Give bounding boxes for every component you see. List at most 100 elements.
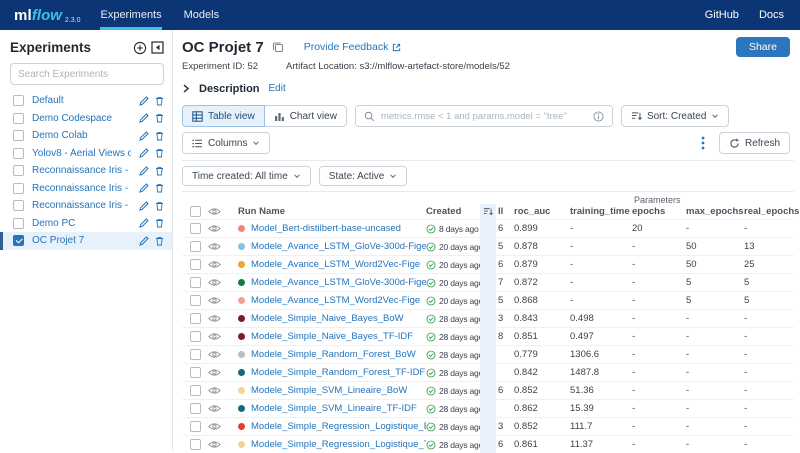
experiment-list-item[interactable]: OC Projet 7 [0,232,172,250]
experiment-name-link[interactable]: Demo Codespace [32,113,131,124]
delete-trash-icon[interactable] [155,236,164,246]
state-filter[interactable]: State: Active [319,166,408,186]
run-name-link[interactable]: Modele_Simple_Naive_Bayes_TF-IDF [251,331,413,342]
copy-icon[interactable] [272,41,284,53]
run-name-link[interactable]: Modele_Avance_LSTM_GloVe-300d-Fige [251,241,426,252]
row-visibility-eye-icon[interactable] [208,224,221,233]
experiment-checkbox[interactable] [13,95,24,106]
edit-pencil-icon[interactable] [139,236,149,246]
col-max-epochs[interactable]: max_epochs [686,206,744,217]
run-name-link[interactable]: Modele_Simple_SVM_Lineaire_TF-IDF [251,403,417,414]
row-visibility-eye-icon[interactable] [208,350,221,359]
experiment-checkbox[interactable] [13,200,24,211]
table-row[interactable]: Modele_Simple_SVM_Lineaire_TF-IDF 28 day… [182,399,794,417]
row-checkbox[interactable] [190,421,201,432]
experiment-list-item[interactable]: Reconnaissance Iris - ID em... [0,197,172,215]
row-visibility-eye-icon[interactable] [208,278,221,287]
share-button[interactable]: Share [736,37,790,57]
table-row[interactable]: Modele_Simple_Regression_Logistique_BoW … [182,417,794,435]
github-link[interactable]: GitHub [705,9,739,21]
run-name-link[interactable]: Modele_Simple_Random_Forest_BoW [251,349,416,360]
sort-dropdown-button[interactable]: Sort: Created [621,105,729,127]
row-visibility-eye-icon[interactable] [208,422,221,431]
table-row[interactable]: Modele_Simple_SVM_Lineaire_BoW 28 days a… [182,381,794,399]
col-clipped-metric[interactable]: ll [496,206,514,217]
run-name-link[interactable]: Modele_Simple_SVM_Lineaire_BoW [251,385,407,396]
table-row[interactable]: Modele_Simple_Random_Forest_TF-IDF 28 da… [182,363,794,381]
experiment-checkbox[interactable] [13,218,24,229]
experiment-checkbox[interactable] [13,183,24,194]
tab-experiments[interactable]: Experiments [100,0,161,30]
run-name-link[interactable]: Modele_Avance_LSTM_Word2Vec-Fige [251,295,420,306]
row-visibility-eye-icon[interactable] [208,242,221,251]
row-visibility-eye-icon[interactable] [208,404,221,413]
table-row[interactable]: Modele_Simple_Naive_Bayes_TF-IDF 28 days… [182,327,794,345]
experiment-list-item[interactable]: Demo PC [0,215,172,233]
experiment-list-item[interactable]: Yolov8 - Aerial Views of boat... [0,145,172,163]
delete-trash-icon[interactable] [155,113,164,123]
edit-pencil-icon[interactable] [139,96,149,106]
run-name-link[interactable]: Modele_Simple_Regression_Logistique_BoW [251,421,426,432]
col-real-epochs[interactable]: real_epochs [744,206,800,217]
delete-trash-icon[interactable] [155,131,164,141]
edit-pencil-icon[interactable] [139,131,149,141]
row-checkbox[interactable] [190,403,201,414]
docs-link[interactable]: Docs [759,9,784,21]
row-checkbox[interactable] [190,385,201,396]
created-sort-indicator[interactable] [480,204,496,219]
run-name-link[interactable]: Modele_Avance_LSTM_Word2Vec-Fige [251,259,420,270]
experiment-name-link[interactable]: Demo Colab [32,130,131,141]
edit-pencil-icon[interactable] [139,183,149,193]
experiment-checkbox[interactable] [13,165,24,176]
row-checkbox[interactable] [190,313,201,324]
provide-feedback-link[interactable]: Provide Feedback [304,41,402,53]
time-created-filter[interactable]: Time created: All time [182,166,311,186]
experiment-checkbox[interactable] [13,113,24,124]
table-view-button[interactable]: Table view [182,105,265,127]
row-checkbox[interactable] [190,259,201,270]
col-training-time[interactable]: training_time [570,206,632,217]
select-all-checkbox[interactable] [190,206,201,217]
row-checkbox[interactable] [190,223,201,234]
delete-trash-icon[interactable] [155,148,164,158]
run-name-link[interactable]: Modele_Simple_Random_Forest_TF-IDF [251,367,425,378]
delete-trash-icon[interactable] [155,201,164,211]
experiment-checkbox[interactable] [13,130,24,141]
runs-filter-input[interactable] [381,111,587,122]
search-experiments-input[interactable] [10,63,164,85]
delete-trash-icon[interactable] [155,183,164,193]
table-row[interactable]: Modele_Simple_Regression_Logistique_TF-I… [182,435,794,453]
delete-trash-icon[interactable] [155,96,164,106]
row-visibility-eye-icon[interactable] [208,386,221,395]
row-checkbox[interactable] [190,439,201,450]
row-visibility-eye-icon[interactable] [208,440,221,449]
row-visibility-eye-icon[interactable] [208,260,221,269]
run-name-link[interactable]: Modele_Avance_LSTM_GloVe-300d-Fige [251,277,426,288]
experiment-name-link[interactable]: OC Projet 7 [32,235,131,246]
row-checkbox[interactable] [190,367,201,378]
table-row[interactable]: Modele_Avance_LSTM_GloVe-300d-Fige 20 da… [182,273,794,291]
table-row[interactable]: Modele_Avance_LSTM_Word2Vec-Fige 20 days… [182,291,794,309]
experiment-name-link[interactable]: Reconnaissance Iris - ID em... [32,183,131,194]
row-checkbox[interactable] [190,277,201,288]
row-checkbox[interactable] [190,331,201,342]
experiment-list-item[interactable]: Demo Codespace [0,110,172,128]
row-visibility-eye-icon[interactable] [208,332,221,341]
collapse-sidebar-icon[interactable] [151,41,164,54]
edit-pencil-icon[interactable] [139,148,149,158]
table-row[interactable]: Modele_Simple_Random_Forest_BoW 28 days … [182,345,794,363]
row-visibility-eye-icon[interactable] [208,368,221,377]
delete-trash-icon[interactable] [155,218,164,228]
table-row[interactable]: Modele_Simple_Naive_Bayes_BoW 28 days ag… [182,309,794,327]
edit-pencil-icon[interactable] [139,166,149,176]
refresh-button[interactable]: Refresh [719,132,790,154]
row-checkbox[interactable] [190,349,201,360]
edit-pencil-icon[interactable] [139,218,149,228]
experiment-name-link[interactable]: Default [32,95,131,106]
columns-dropdown-button[interactable]: Columns [182,132,270,154]
description-edit-link[interactable]: Edit [269,83,286,94]
experiment-checkbox[interactable] [13,235,24,246]
visibility-eye-icon[interactable] [208,207,221,216]
info-icon[interactable] [593,111,604,122]
table-row[interactable]: Modele_Avance_LSTM_GloVe-300d-Fige 20 da… [182,237,794,255]
